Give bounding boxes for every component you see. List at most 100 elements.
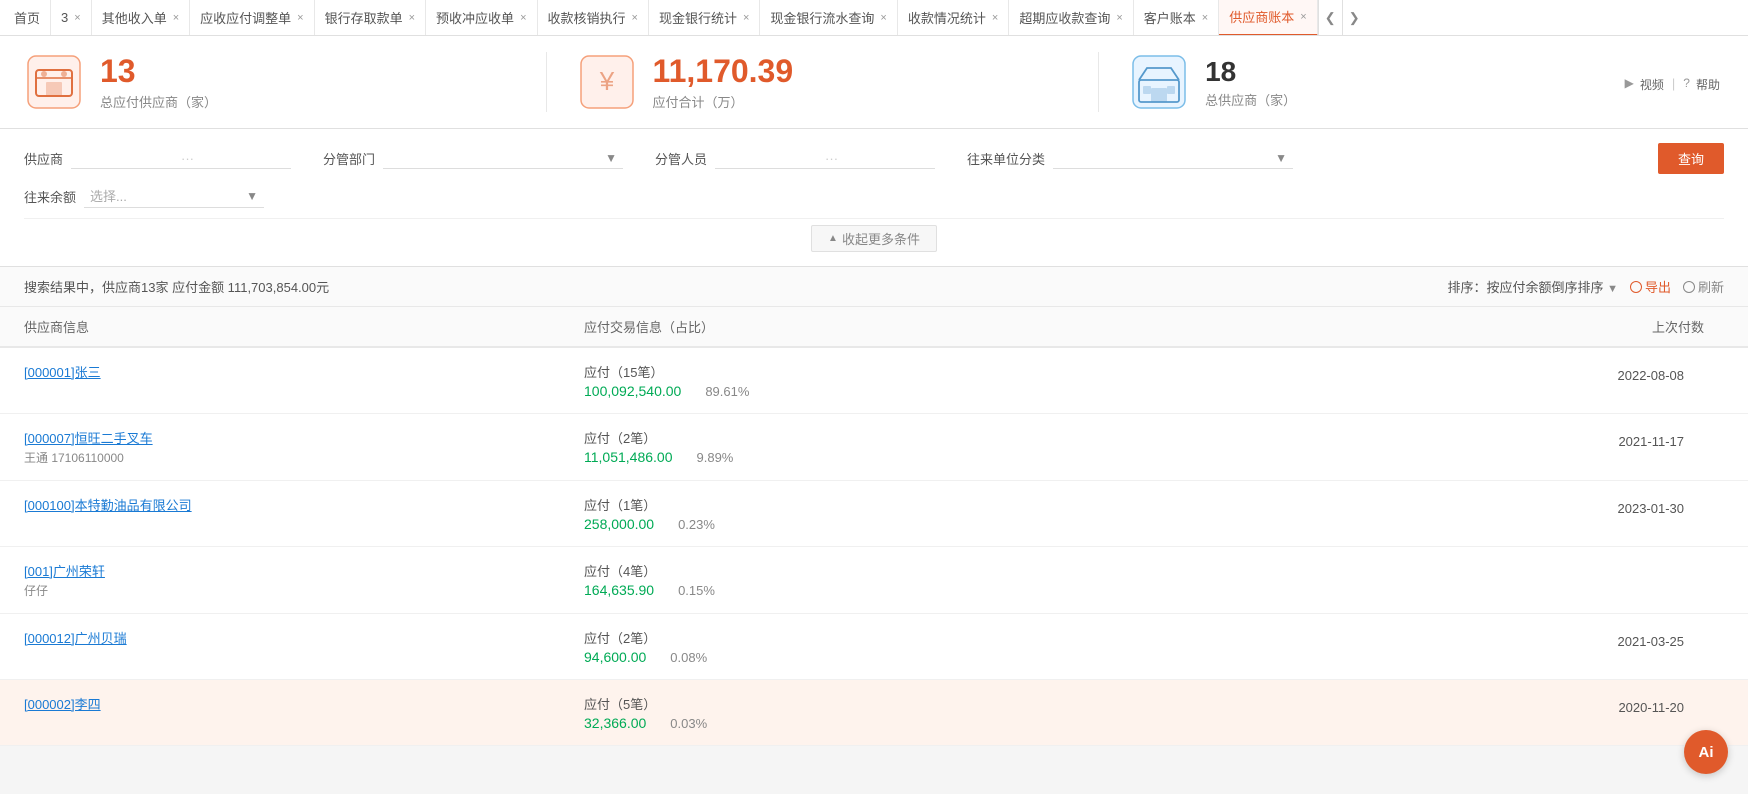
trans-amount-5[interactable]: 32,366.00 xyxy=(584,715,646,731)
results-summary-text: 搜索结果中，供应商13家 应付金额 111,703,854.00元 xyxy=(24,277,329,296)
last-pay-date-4: 2021-03-25 xyxy=(1331,634,1704,649)
nav-tab-cash-flow-close[interactable]: × xyxy=(880,12,886,24)
last-pay-cell-4: 2021-03-25 xyxy=(1331,628,1724,649)
supplier-filter-label: 供应商 xyxy=(24,149,63,168)
category-select-wrapper[interactable]: ▼ xyxy=(1053,149,1293,169)
supplier-cell-4: [000012]广州贝瑞 xyxy=(24,628,584,647)
supplier-cell-0: [000001]张三 xyxy=(24,362,584,381)
trans-amount-3[interactable]: 164,635.90 xyxy=(584,582,654,598)
nav-tab-adjust-close[interactable]: × xyxy=(297,12,303,24)
nav-tab-3-close[interactable]: × xyxy=(74,12,80,24)
nav-tab-bank-close[interactable]: × xyxy=(409,12,415,24)
trans-percent-3: 0.15% xyxy=(678,583,715,598)
nav-tab-receipt-stat[interactable]: 收款情况统计 × xyxy=(898,0,1009,36)
supplier-name-4[interactable]: [000012]广州贝瑞 xyxy=(24,628,584,647)
nav-tab-overdue-close[interactable]: × xyxy=(1116,12,1122,24)
person-input-wrapper[interactable]: ··· xyxy=(715,149,935,169)
nav-tab-cash-stat-label: 现金银行统计 xyxy=(659,8,737,27)
payable-suppliers-value: 13 xyxy=(100,53,217,90)
nav-tab-collection-close[interactable]: × xyxy=(632,12,638,24)
table-row[interactable]: [001]广州荣轩 仔仔 应付（4笔） 164,635.90 0.15% xyxy=(0,547,1748,614)
nav-tab-3[interactable]: 3 × xyxy=(51,0,92,36)
refresh-button[interactable]: 刷新 xyxy=(1683,277,1724,296)
help-link[interactable]: 帮助 xyxy=(1696,76,1720,93)
video-link[interactable]: 视频 xyxy=(1640,76,1664,93)
query-button[interactable]: 查询 xyxy=(1658,143,1724,174)
trans-percent-2: 0.23% xyxy=(678,517,715,532)
total-suppliers-value: 18 xyxy=(1205,56,1296,88)
nav-tab-home[interactable]: 首页 xyxy=(4,0,51,36)
supplier-cell-2: [000100]本特勤油品有限公司 xyxy=(24,495,584,514)
dept-select-value xyxy=(389,151,393,166)
supplier-input-wrapper[interactable]: ··· xyxy=(71,149,291,169)
collapse-button[interactable]: ▲ 收起更多条件 xyxy=(811,225,937,252)
trans-percent-1: 9.89% xyxy=(697,450,734,465)
nav-tab-supplier-ledger[interactable]: 供应商账本 × xyxy=(1219,0,1317,36)
nav-arrow-right[interactable]: ❯ xyxy=(1342,0,1366,36)
filter-supplier: 供应商 ··· xyxy=(24,149,291,169)
filter-dept: 分管部门 ▼ xyxy=(323,149,623,169)
sort-link[interactable]: 排序：按应付余额倒序排序 ▼ xyxy=(1447,277,1618,296)
trans-label-3: 应付（4笔） xyxy=(584,561,1331,580)
person-dots-icon[interactable]: ··· xyxy=(825,151,929,166)
trans-row-3: 164,635.90 0.15% xyxy=(584,580,1331,598)
transaction-cell-1: 应付（2笔） 11,051,486.00 9.89% xyxy=(584,428,1331,465)
supplier-cell-5: [000002]李四 xyxy=(24,694,584,713)
nav-tab-cash-stat-close[interactable]: × xyxy=(743,12,749,24)
top-right-links: ▶ 视频 | ? 帮助 xyxy=(1621,72,1724,93)
nav-arrow-left[interactable]: ❮ xyxy=(1318,0,1342,36)
nav-tab-bank[interactable]: 银行存取款单 × xyxy=(315,0,426,36)
nav-tab-adjust[interactable]: 应收应付调整单 × xyxy=(190,0,314,36)
nav-tab-adjust-label: 应收应付调整单 xyxy=(200,8,291,27)
nav-tab-receipt-stat-close[interactable]: × xyxy=(992,12,998,24)
last-pay-date-5: 2020-11-20 xyxy=(1331,700,1704,715)
nav-tab-customer-ledger-close[interactable]: × xyxy=(1202,12,1208,24)
nav-tab-overdue[interactable]: 超期应收款查询 × xyxy=(1009,0,1133,36)
nav-tab-prepay-close[interactable]: × xyxy=(520,12,526,24)
link-separator: | xyxy=(1672,76,1675,91)
table-row[interactable]: [000012]广州贝瑞 应付（2笔） 94,600.00 0.08% 2021… xyxy=(0,614,1748,680)
supplier-name-1[interactable]: [000007]恒旺二手叉车 xyxy=(24,428,584,447)
nav-tab-home-label: 首页 xyxy=(14,8,40,27)
table-row[interactable]: [000001]张三 应付（15笔） 100,092,540.00 89.61%… xyxy=(0,348,1748,414)
category-filter-label: 往来单位分类 xyxy=(967,149,1045,168)
supplier-contact-1: 王通 17106110000 xyxy=(24,449,584,466)
payable-total-value: 11,170.39 xyxy=(653,53,794,90)
nav-tab-cash-stat[interactable]: 现金银行统计 × xyxy=(649,0,760,36)
nav-tab-other-income-close[interactable]: × xyxy=(173,12,179,24)
nav-tab-supplier-ledger-close[interactable]: × xyxy=(1300,11,1306,23)
trans-amount-1[interactable]: 11,051,486.00 xyxy=(584,449,673,465)
ai-button[interactable]: Ai xyxy=(1684,730,1728,774)
nav-tab-prepay[interactable]: 预收冲应收单 × xyxy=(426,0,537,36)
table-row[interactable]: [000007]恒旺二手叉车 王通 17106110000 应付（2笔） 11,… xyxy=(0,414,1748,481)
nav-tab-customer-ledger[interactable]: 客户账本 × xyxy=(1134,0,1219,36)
supplier-name-2[interactable]: [000100]本特勤油品有限公司 xyxy=(24,495,584,514)
balance-select-wrapper[interactable]: 选择... ▼ xyxy=(84,184,264,208)
supplier-name-5[interactable]: [000002]李四 xyxy=(24,694,584,713)
trans-label-1: 应付（2笔） xyxy=(584,428,1331,447)
nav-tab-prepay-label: 预收冲应收单 xyxy=(436,8,514,27)
supplier-name-3[interactable]: [001]广州荣轩 xyxy=(24,561,584,580)
table-row[interactable]: [000002]李四 应付（5笔） 32,366.00 0.03% 2020-1… xyxy=(0,680,1748,746)
results-bar: 搜索结果中，供应商13家 应付金额 111,703,854.00元 排序：按应付… xyxy=(0,267,1748,307)
summary-card-payable-suppliers: 13 总应付供应商（家） xyxy=(24,52,516,112)
refresh-circle-icon xyxy=(1683,281,1695,293)
trans-label-0: 应付（15笔） xyxy=(584,362,1331,381)
filter-balance: 往来余额 选择... ▼ xyxy=(24,184,264,208)
trans-percent-0: 89.61% xyxy=(705,384,749,399)
trans-amount-2[interactable]: 258,000.00 xyxy=(584,516,654,532)
trans-amount-0[interactable]: 100,092,540.00 xyxy=(584,383,681,399)
trans-percent-5: 0.03% xyxy=(670,716,707,731)
nav-tab-other-income[interactable]: 其他收入单 × xyxy=(92,0,190,36)
nav-tab-collection[interactable]: 收款核销执行 × xyxy=(538,0,649,36)
supplier-name-0[interactable]: [000001]张三 xyxy=(24,362,584,381)
dept-select-wrapper[interactable]: ▼ xyxy=(383,149,623,169)
nav-tab-cash-flow[interactable]: 现金银行流水查询 × xyxy=(760,0,897,36)
export-button[interactable]: 导出 xyxy=(1630,277,1671,296)
supplier-dots-icon[interactable]: ··· xyxy=(181,151,285,166)
summary-card-total-suppliers: 18 总供应商（家） xyxy=(1129,52,1621,112)
sort-info: 排序：按应付余额倒序排序 ▼ 导出 刷新 xyxy=(1447,277,1724,296)
trans-amount-4[interactable]: 94,600.00 xyxy=(584,649,646,665)
last-pay-cell-5: 2020-11-20 xyxy=(1331,694,1724,715)
table-row[interactable]: [000100]本特勤油品有限公司 应付（1笔） 258,000.00 0.23… xyxy=(0,481,1748,547)
